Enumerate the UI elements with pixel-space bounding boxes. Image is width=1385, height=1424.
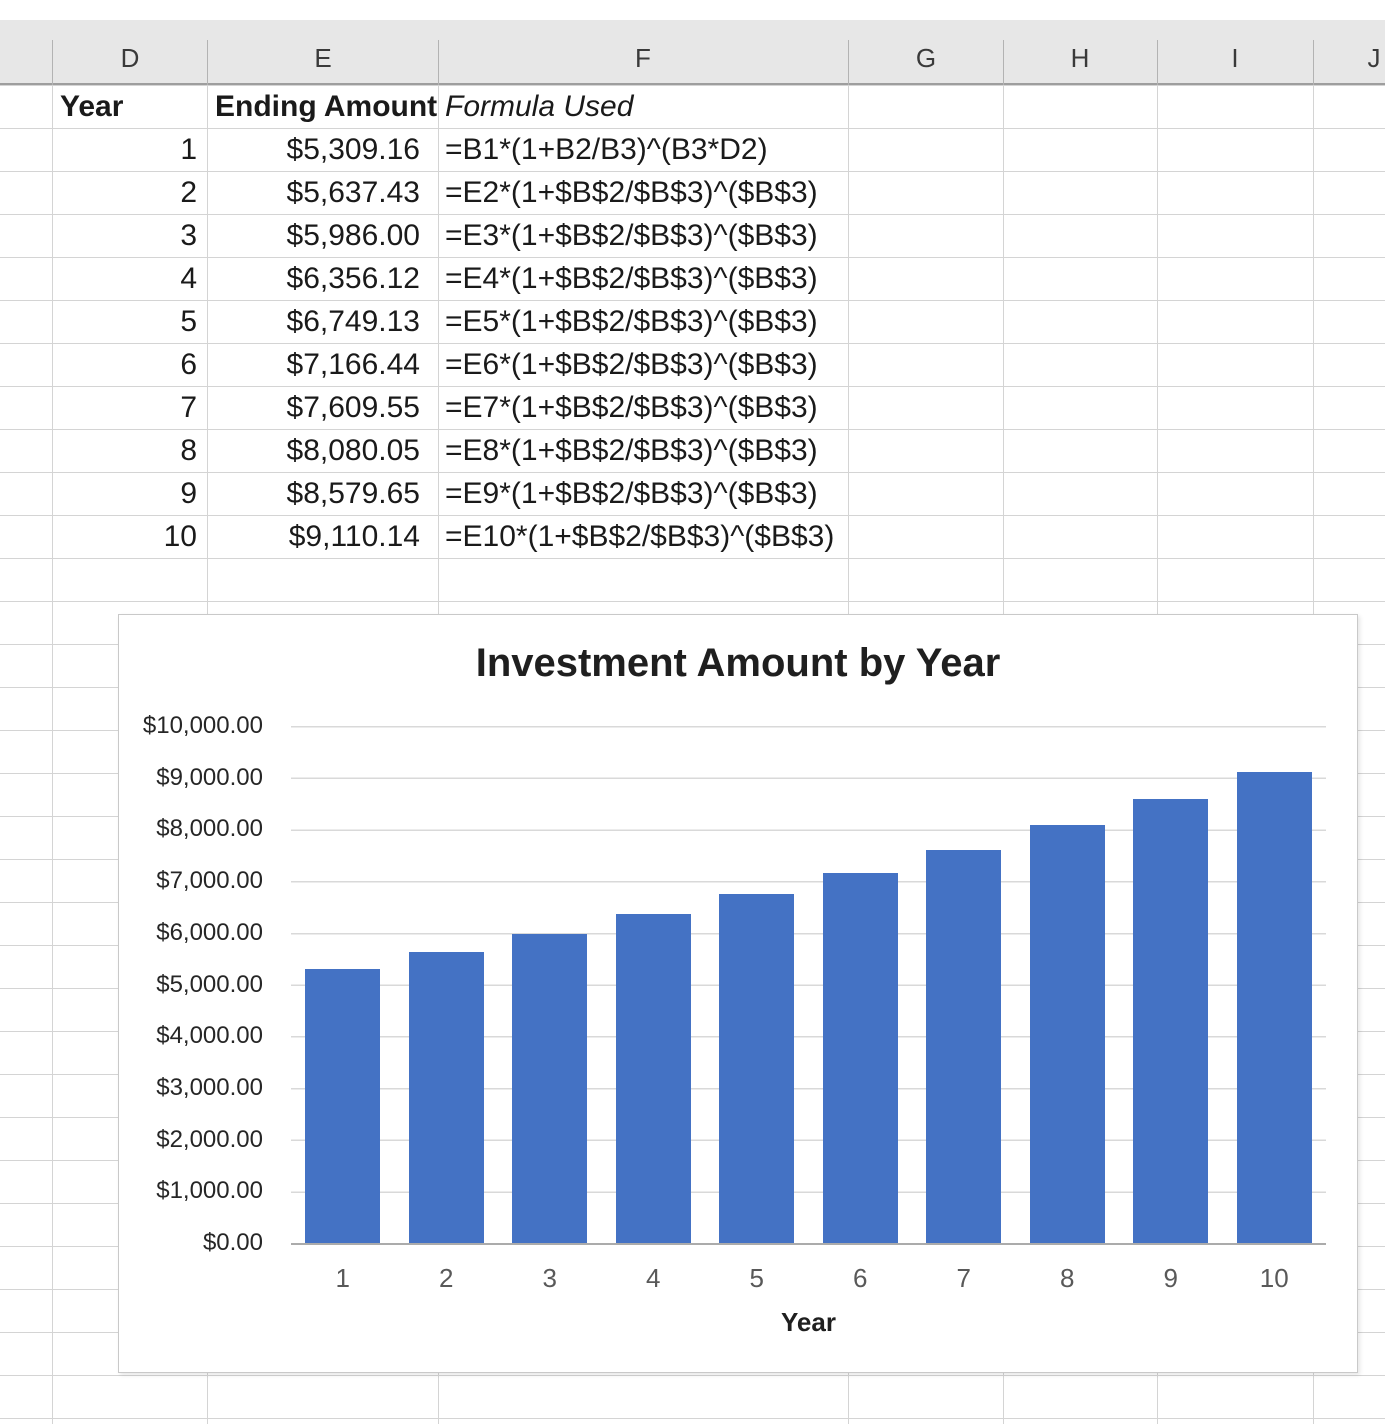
cell-amount-header[interactable]: Ending Amount	[207, 85, 438, 128]
cell-year[interactable]: 6	[52, 343, 207, 386]
bar-year-5[interactable]	[719, 894, 795, 1243]
y-tick-label: $9,000.00	[156, 763, 263, 791]
chart-title: Investment Amount by Year	[475, 641, 1001, 685]
column-header-i[interactable]: I	[1195, 38, 1275, 78]
cell-year[interactable]: 3	[52, 214, 207, 257]
x-tick-label: 1	[335, 1263, 350, 1293]
cell-year[interactable]: 1	[52, 128, 207, 171]
y-tick-label: $4,000.00	[156, 1022, 263, 1050]
cell-formula[interactable]: =E2*(1+$B$2/$B$3)^($B$3)	[438, 171, 850, 214]
header-separator	[52, 40, 53, 85]
header-separator	[1157, 40, 1158, 85]
y-axis-labels: $10,000.00 $9,000.00 $8,000.00 $7,000.00 $6,…	[119, 712, 263, 1256]
cell-formula[interactable]: =E7*(1+$B$2/$B$3)^($B$3)	[438, 386, 850, 429]
column-header-g[interactable]: G	[886, 38, 966, 78]
column-header-d[interactable]: D	[90, 38, 170, 78]
header-separator	[848, 40, 849, 85]
y-tick-label: $1,000.00	[156, 1177, 263, 1205]
x-tick-label: 5	[749, 1263, 764, 1293]
column-header-f[interactable]: F	[603, 38, 683, 78]
bar-year-3[interactable]	[512, 933, 588, 1243]
x-axis-title: Year	[781, 1307, 836, 1337]
cell-amount[interactable]: $6,356.12	[207, 257, 438, 300]
cell-amount[interactable]: $6,749.13	[207, 300, 438, 343]
plot-area	[291, 726, 1326, 1245]
bar-year-1[interactable]	[305, 968, 381, 1243]
cell-year[interactable]: 2	[52, 171, 207, 214]
y-tick-label: $8,000.00	[156, 815, 263, 843]
header-separator	[438, 40, 439, 85]
column-header-band: D E F G H I J	[0, 20, 1385, 85]
cell-amount[interactable]: $5,986.00	[207, 214, 438, 257]
header-separator	[207, 40, 208, 85]
column-header-j[interactable]: J	[1334, 38, 1385, 78]
bar-year-7[interactable]	[926, 849, 1002, 1243]
cell-year[interactable]: 4	[52, 257, 207, 300]
header-separator	[1313, 40, 1314, 85]
cell-year[interactable]: 5	[52, 300, 207, 343]
x-tick-label: 3	[542, 1263, 557, 1293]
y-tick-label: $7,000.00	[156, 867, 263, 895]
cell-year[interactable]: 9	[52, 472, 207, 515]
bar-year-2[interactable]	[408, 951, 484, 1243]
cell-amount[interactable]: $8,579.65	[207, 472, 438, 515]
header-separator	[1003, 40, 1004, 85]
cell-formula[interactable]: =E5*(1+$B$2/$B$3)^($B$3)	[438, 300, 850, 343]
x-tick-label: 8	[1060, 1263, 1075, 1293]
x-tick-label: 10	[1259, 1263, 1289, 1293]
cell-formula[interactable]: =E9*(1+$B$2/$B$3)^($B$3)	[438, 472, 850, 515]
bar-year-4[interactable]	[615, 914, 691, 1243]
x-axis-labels: 1 2 3 4 5 6 7 8 9 10	[291, 1261, 1326, 1295]
cell-year[interactable]: 8	[52, 429, 207, 472]
cell-formula[interactable]: =E10*(1+$B$2/$B$3)^($B$3)	[438, 515, 850, 558]
cell-formula[interactable]: =E6*(1+$B$2/$B$3)^($B$3)	[438, 343, 850, 386]
y-tick-label: $6,000.00	[156, 918, 263, 946]
column-header-h[interactable]: H	[1040, 38, 1120, 78]
cell-amount[interactable]: $5,309.16	[207, 128, 438, 171]
x-tick-label: 7	[956, 1263, 971, 1293]
x-tick-label: 6	[853, 1263, 868, 1293]
x-tick-label: 2	[439, 1263, 454, 1293]
bar-year-10[interactable]	[1236, 772, 1312, 1243]
cell-year-header[interactable]: Year	[52, 85, 207, 128]
cell-formula[interactable]: =E3*(1+$B$2/$B$3)^($B$3)	[438, 214, 850, 257]
cell-amount[interactable]: $8,080.05	[207, 429, 438, 472]
cell-formula[interactable]: =E8*(1+$B$2/$B$3)^($B$3)	[438, 429, 850, 472]
y-tick-label: $10,000.00	[142, 712, 263, 739]
bar-year-6[interactable]	[822, 872, 898, 1243]
cell-amount[interactable]: $5,637.43	[207, 171, 438, 214]
cell-amount[interactable]: $7,609.55	[207, 386, 438, 429]
y-tick-label: $5,000.00	[156, 970, 263, 998]
y-tick-label: $2,000.00	[156, 1125, 263, 1153]
y-tick-label: $3,000.00	[156, 1073, 263, 1101]
cell-year[interactable]: 10	[52, 515, 207, 558]
y-tick-label: $0.00	[202, 1229, 263, 1256]
x-tick-label: 9	[1163, 1263, 1178, 1293]
cell-amount[interactable]: $7,166.44	[207, 343, 438, 386]
cell-year[interactable]: 7	[52, 386, 207, 429]
spreadsheet: D E F G H I J Year Ending Amount Formula…	[0, 0, 1385, 1424]
cell-amount[interactable]: $9,110.14	[207, 515, 438, 558]
cell-formula-header[interactable]: Formula Used	[438, 85, 850, 128]
cell-formula[interactable]: =E4*(1+$B$2/$B$3)^($B$3)	[438, 257, 850, 300]
column-header-e[interactable]: E	[283, 38, 363, 78]
cell-formula[interactable]: =B1*(1+B2/B3)^(B3*D2)	[438, 128, 850, 171]
x-tick-label: 4	[646, 1263, 661, 1293]
investment-chart[interactable]: Investment Amount by Year $10,000.00 $9,0…	[118, 614, 1358, 1373]
bar-year-8[interactable]	[1029, 825, 1105, 1243]
bar-year-9[interactable]	[1133, 799, 1209, 1243]
